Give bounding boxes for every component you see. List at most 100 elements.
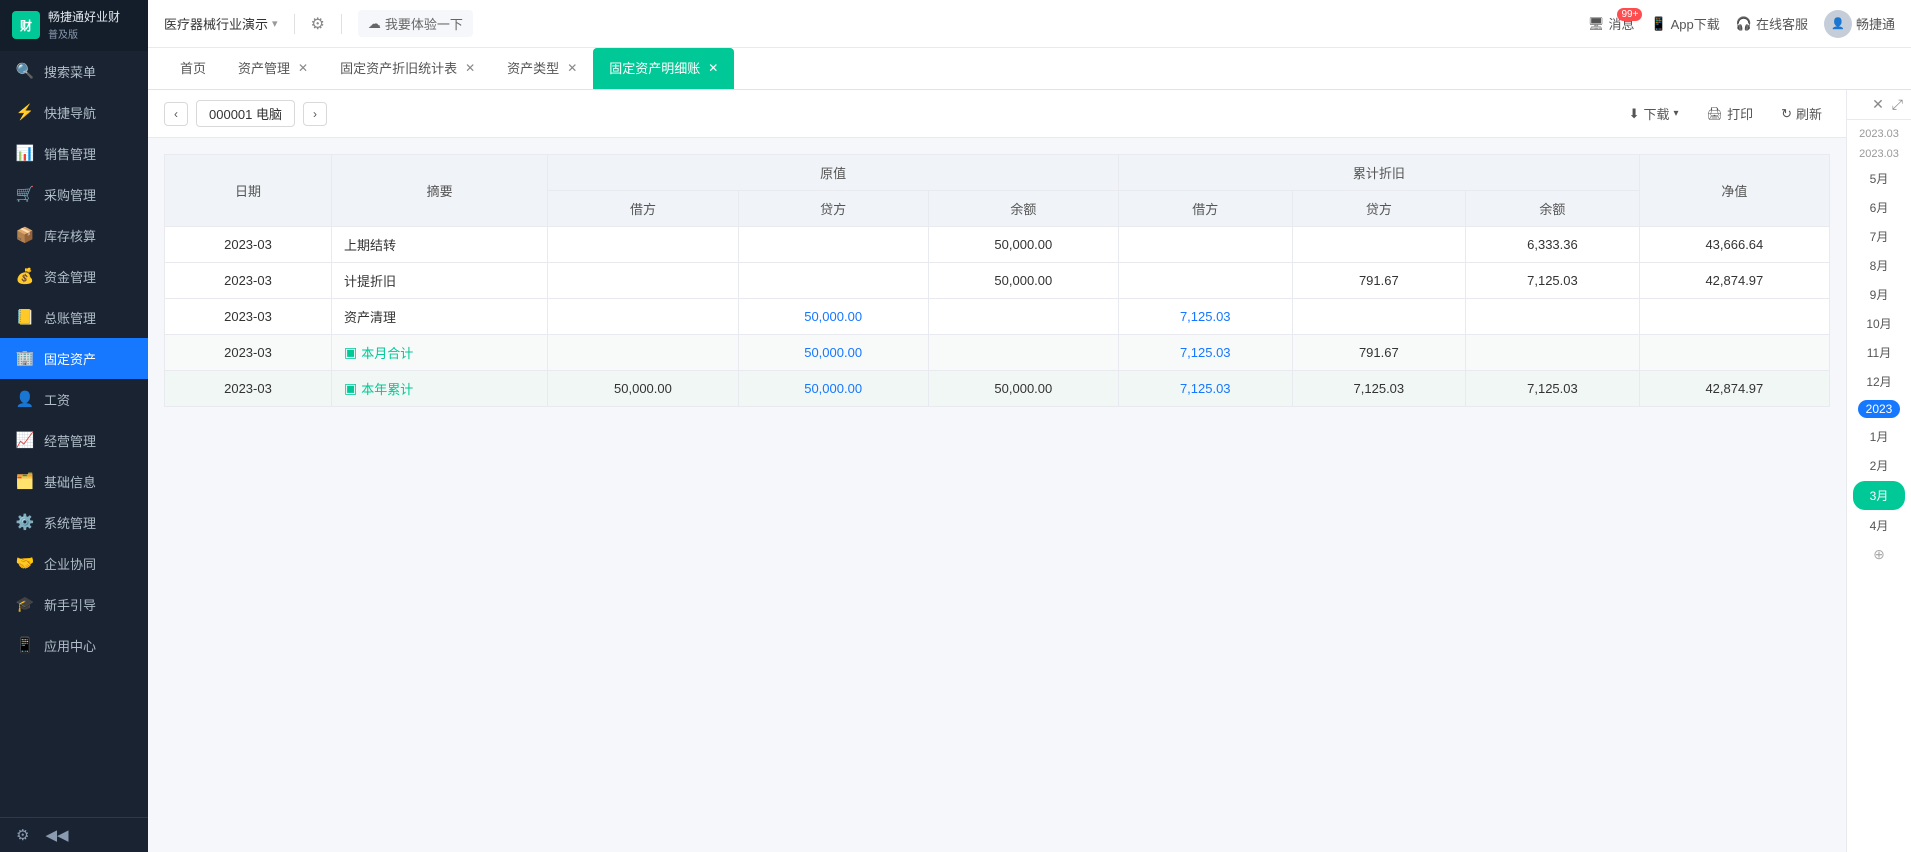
timeline-month-item[interactable]: 2月 xyxy=(1847,451,1911,480)
timeline-month-item[interactable]: 6月 xyxy=(1847,193,1911,222)
online-support-label: 在线客服 xyxy=(1756,14,1808,33)
next-asset-button[interactable]: › xyxy=(303,102,327,126)
print-icon: 🖨 xyxy=(1707,106,1724,122)
logo-title: 畅捷通好业财 xyxy=(48,10,120,26)
cell-orig-debit-2 xyxy=(548,299,738,335)
tab-close-4[interactable]: ✕ xyxy=(708,61,718,75)
sidebar-item-10[interactable]: 🗂️ 基础信息 xyxy=(0,461,148,502)
cell-summary-1: 计提折旧 xyxy=(331,263,547,299)
sidebar-label-6: 总账管理 xyxy=(44,308,96,327)
cell-orig-balance-0: 50,000.00 xyxy=(928,227,1118,263)
settings-icon[interactable]: ⚙ xyxy=(16,826,29,844)
cell-date-0: 2023-03 xyxy=(165,227,332,263)
timeline-month-item[interactable]: 10月 xyxy=(1847,309,1911,338)
sidebar-item-1[interactable]: ⚡ 快捷导航 xyxy=(0,92,148,133)
timeline-month-item[interactable]: 4月 xyxy=(1847,511,1911,540)
summary-badge-text-3: 本月合计 xyxy=(361,343,413,362)
cell-dep-balance-1: 7,125.03 xyxy=(1466,263,1640,299)
sidebar-item-5[interactable]: 💰 资金管理 xyxy=(0,256,148,297)
print-button[interactable]: 🖨 打印 xyxy=(1699,100,1762,127)
timeline-collapse-button[interactable]: ⊕ xyxy=(1847,540,1911,569)
timeline-panel: ✕ ⤢ 2023.03 2023.03 5月6月7月8月9月10月11月12月 … xyxy=(1846,90,1911,852)
sidebar-label-11: 系统管理 xyxy=(44,513,96,532)
cell-orig-debit-1 xyxy=(548,263,738,299)
timeline-month-item[interactable]: 9月 xyxy=(1847,280,1911,309)
cell-orig-debit-0 xyxy=(548,227,738,263)
sidebar-icon-0: 🔍 xyxy=(16,62,34,80)
download-button[interactable]: ⬇ 下载 ▾ xyxy=(1621,100,1687,127)
sidebar: 财 畅捷通好业财 普及版 🔍 搜索菜单 ⚡ 快捷导航 📊 销售管理 🛒 采购管理… xyxy=(0,0,148,852)
sidebar-item-14[interactable]: 📱 应用中心 xyxy=(0,625,148,666)
topbar-divider1 xyxy=(294,14,295,34)
timeline-month-item[interactable]: 7月 xyxy=(1847,222,1911,251)
prev-asset-button[interactable]: ‹ xyxy=(164,102,188,126)
sidebar-label-8: 工资 xyxy=(44,390,70,409)
sidebar-label-7: 固定资产 xyxy=(44,349,96,368)
tab-2[interactable]: 固定资产折旧统计表✕ xyxy=(324,48,491,89)
timeline-month-item[interactable]: 5月 xyxy=(1847,164,1911,193)
timeline-top-label1: 2023.03 xyxy=(1847,124,1911,144)
topbar-right: 🖥 消息 99+ 📱 App下载 🎧 在线客服 👤 畅捷通 xyxy=(1588,10,1895,38)
year-2023-row: 2023 xyxy=(1847,396,1911,422)
timeline-month-item[interactable]: 8月 xyxy=(1847,251,1911,280)
cell-summary-2: 资产清理 xyxy=(331,299,547,335)
sidebar-item-7[interactable]: 🏢 固定资产 xyxy=(0,338,148,379)
online-support-button[interactable]: 🎧 在线客服 xyxy=(1736,14,1808,33)
company-selector[interactable]: 医疗器械行业演示 ▾ xyxy=(164,14,278,33)
tab-0[interactable]: 首页 xyxy=(164,48,222,89)
tab-4[interactable]: 固定资产明细账✕ xyxy=(593,48,734,89)
tab-1[interactable]: 资产管理 ✕ xyxy=(222,48,324,89)
sidebar-item-8[interactable]: 👤 工资 xyxy=(0,379,148,420)
table-row: 2023-03 ▣本年累计 50,000.00 50,000.00 50,000… xyxy=(165,371,1830,407)
col-date: 日期 xyxy=(165,155,332,227)
sidebar-footer: ⚙ ◀◀ xyxy=(0,817,148,852)
sidebar-icon-1: ⚡ xyxy=(16,103,34,121)
panel-expand-icon[interactable]: ⤢ xyxy=(1892,96,1903,113)
sidebar-icon-10: 🗂️ xyxy=(16,472,34,490)
col-summary: 摘要 xyxy=(331,155,547,227)
timeline-top-label2: 2023.03 xyxy=(1847,144,1911,164)
timeline-month-item[interactable]: 12月 xyxy=(1847,367,1911,396)
experience-button[interactable]: ☁ 我要体验一下 xyxy=(358,10,473,37)
sidebar-item-3[interactable]: 🛒 采购管理 xyxy=(0,174,148,215)
main-area: 医疗器械行业演示 ▾ ⚙ ☁ 我要体验一下 🖥 消息 99+ 📱 App下载 🎧… xyxy=(148,0,1911,852)
collapse-icon[interactable]: ◀◀ xyxy=(45,826,68,844)
sidebar-item-0[interactable]: 🔍 搜索菜单 xyxy=(0,51,148,92)
panel-close-icon[interactable]: ✕ xyxy=(1872,96,1884,113)
sidebar-icon-8: 👤 xyxy=(16,390,34,408)
settings-gear-icon[interactable]: ⚙ xyxy=(311,14,325,34)
sidebar-icon-9: 📈 xyxy=(16,431,34,449)
cell-dep-credit-1: 791.67 xyxy=(1292,263,1466,299)
timeline-month-item[interactable]: 1月 xyxy=(1847,422,1911,451)
message-button[interactable]: 🖥 消息 99+ xyxy=(1588,14,1635,33)
cell-dep-credit-0 xyxy=(1292,227,1466,263)
sidebar-item-13[interactable]: 🎓 新手引导 xyxy=(0,584,148,625)
timeline-active-month[interactable]: 3月 xyxy=(1853,481,1905,510)
cell-orig-credit-1 xyxy=(738,263,928,299)
sidebar-item-12[interactable]: 🤝 企业协同 xyxy=(0,543,148,584)
app-download-button[interactable]: 📱 App下载 xyxy=(1650,14,1719,33)
logo-icon: 财 xyxy=(12,11,40,39)
col-net-value: 净值 xyxy=(1639,155,1829,227)
sidebar-item-4[interactable]: 📦 库存核算 xyxy=(0,215,148,256)
year-2023-badge[interactable]: 2023 xyxy=(1858,400,1901,418)
download-icon: ⬇ xyxy=(1629,106,1640,122)
sidebar-icon-11: ⚙️ xyxy=(16,513,34,531)
cell-orig-balance-3 xyxy=(928,335,1118,371)
sidebar-item-2[interactable]: 📊 销售管理 xyxy=(0,133,148,174)
sidebar-item-11[interactable]: ⚙️ 系统管理 xyxy=(0,502,148,543)
sidebar-item-6[interactable]: 📒 总账管理 xyxy=(0,297,148,338)
timeline-month-item[interactable]: 11月 xyxy=(1847,338,1911,367)
tab-close-2[interactable]: ✕ xyxy=(465,61,475,75)
tab-3[interactable]: 资产类型✕ xyxy=(491,48,593,89)
tab-close-3[interactable]: ✕ xyxy=(567,61,577,75)
cell-dep-balance-2 xyxy=(1466,299,1640,335)
col-dep-balance: 余额 xyxy=(1466,191,1640,227)
refresh-button[interactable]: ↻ 刷新 xyxy=(1773,100,1830,127)
tab-close-1[interactable]: ✕ xyxy=(298,61,308,75)
tab-label-1: 资产管理 xyxy=(238,58,290,77)
sidebar-item-9[interactable]: 📈 经营管理 xyxy=(0,420,148,461)
content-panel: ‹ 000001 电脑 › ⬇ 下载 ▾ 🖨 打印 ↻ 刷新 xyxy=(148,90,1846,852)
message-badge: 99+ xyxy=(1617,8,1642,21)
user-profile[interactable]: 👤 畅捷通 xyxy=(1824,10,1895,38)
